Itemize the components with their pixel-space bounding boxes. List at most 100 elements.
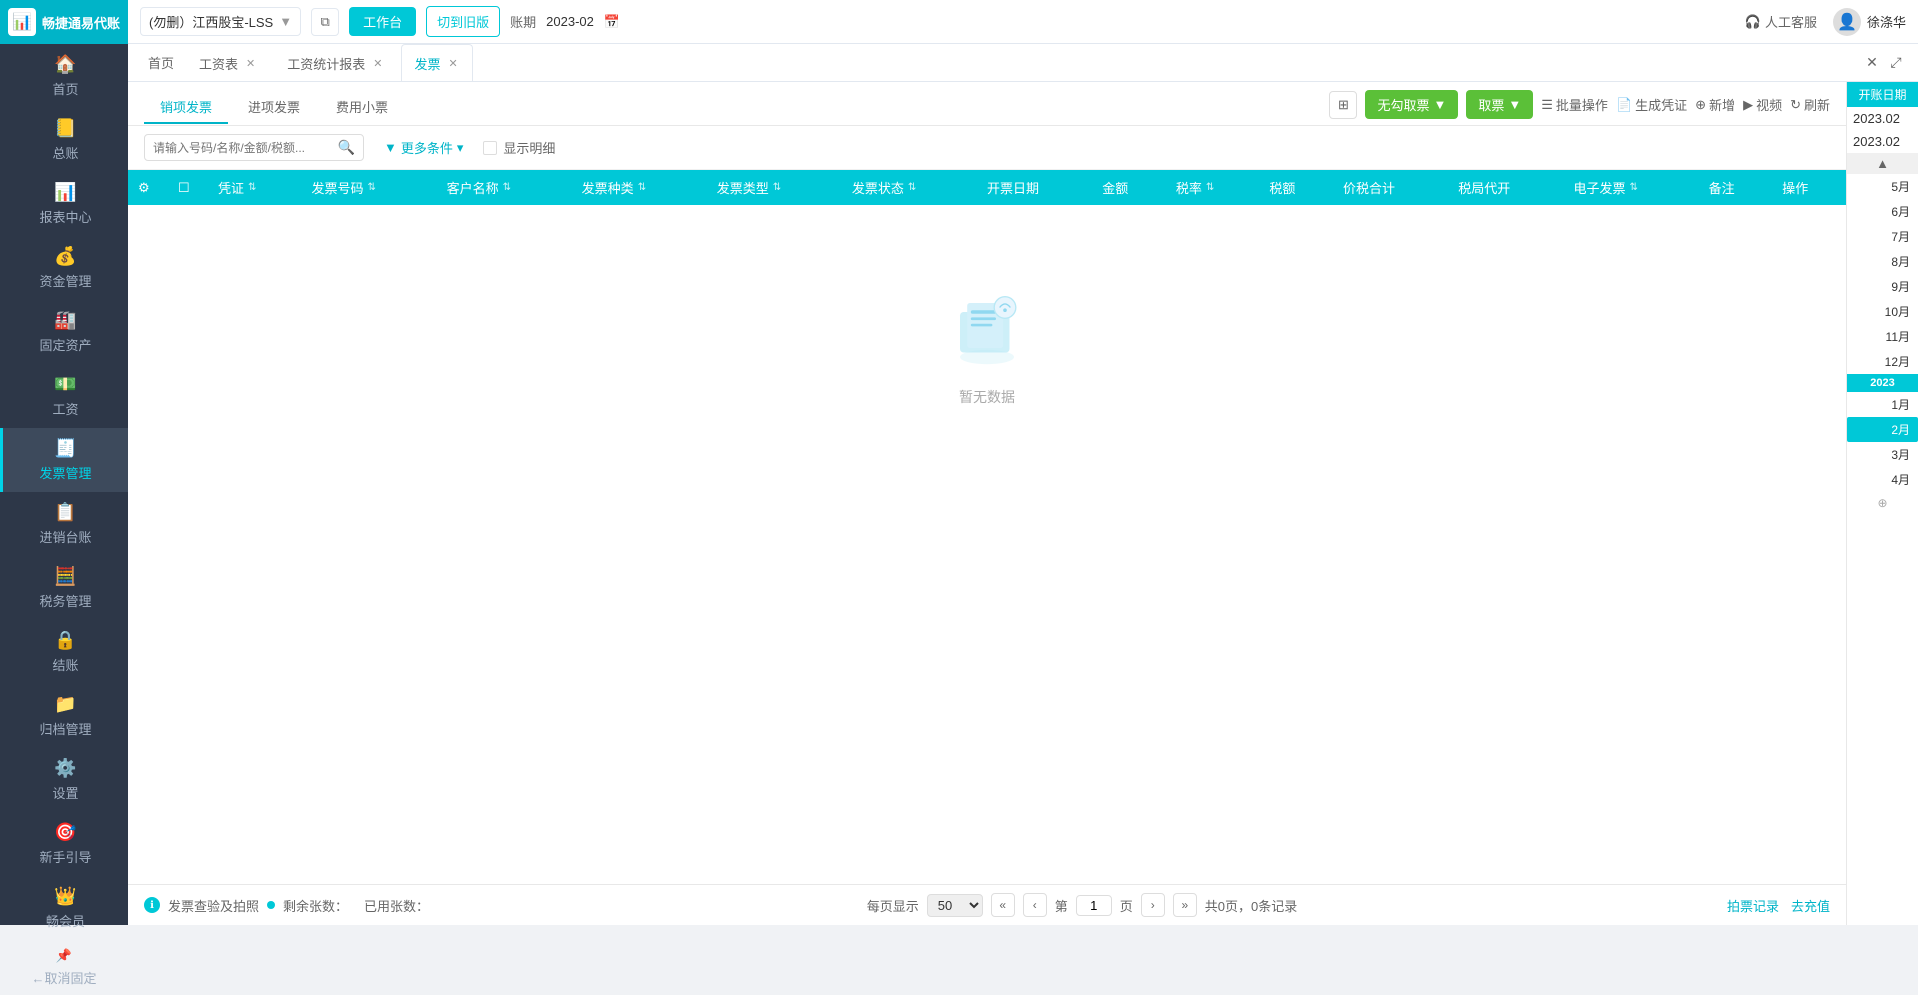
page-input[interactable] [1076,895,1112,916]
month-item-10[interactable]: 10月 [1847,299,1918,324]
company-selector[interactable]: (勿删）江西股宝-LSS ▼ [140,7,301,36]
sidebar-item-assets[interactable]: 🏭 固定资产 [0,300,128,364]
sidebar-item-invoice[interactable]: 🧾 发票管理 [0,428,128,492]
tab-payroll-stats[interactable]: 工资统计报表 ✕ [274,44,397,81]
open-period-button[interactable]: 开账日期 [1847,82,1918,107]
th-tax-code: 税局代开 [1448,170,1563,205]
workspace-button[interactable]: 工作台 [349,7,416,36]
month-item-2023-3[interactable]: 3月 [1847,442,1918,467]
dropdown-arrow-icon: ▼ [279,14,292,29]
sub-tab-expense-receipt[interactable]: 费用小票 [320,91,404,124]
old-version-button[interactable]: 切到旧版 [426,6,500,37]
th-invoice-no: 发票号码 ⇅ [301,170,436,205]
logo-text: 畅捷通易代账 [42,13,120,32]
sidebar-item-ledger[interactable]: 📒 总账 [0,108,128,172]
sort-icon: ⇅ [248,182,256,193]
recharge-link[interactable]: 去充值 [1791,896,1830,915]
minimize-button[interactable]: ✕ [1862,53,1882,73]
sales-icon: 📋 [54,502,76,523]
month-item-9[interactable]: 9月 [1847,274,1918,299]
page-suffix: 页 [1120,896,1133,915]
new-button[interactable]: ⊕ 新增 [1695,95,1735,114]
period-calendar-icon[interactable]: 📅 [604,14,620,30]
filter-bar: 🔍 ▼ 更多条件 ▾ 显示明细 [128,126,1846,170]
sidebar-item-label: 进销台账 [39,527,91,546]
month-item-12[interactable]: 12月 [1847,349,1918,374]
th-remark: 备注 [1699,170,1773,205]
next-page-button[interactable]: › [1141,893,1165,917]
tab-close-icon[interactable]: ✕ [244,56,257,71]
month-item-11[interactable]: 11月 [1847,324,1918,349]
first-page-button[interactable]: « [991,893,1015,917]
no-match-button[interactable]: 无勾取票 ▼ [1365,90,1458,119]
sidebar-item-label: 税务管理 [39,591,91,610]
sidebar-item-home[interactable]: 🏠 首页 [0,44,128,108]
prev-page-button[interactable]: ‹ [1023,893,1047,917]
period-value-1: 2023.02 [1853,111,1900,126]
tab-invoice[interactable]: 发票 ✕ [401,44,472,81]
month-item-2023-1[interactable]: 1月 [1847,392,1918,417]
sidebar-item-reports[interactable]: 📊 报表中心 [0,172,128,236]
close-accounts-icon: 🔒 [54,630,76,651]
pagination: 每页显示 50 100 200 « ‹ 第 页 › » 共0页，0条记录 [867,893,1298,917]
month-item-7[interactable]: 7月 [1847,224,1918,249]
photo-records-link[interactable]: 拍票记录 [1727,896,1779,915]
last-page-button[interactable]: » [1173,893,1197,917]
sidebar-item-member[interactable]: 👑 畅会员 [0,876,128,940]
app-logo: 📊 畅捷通易代账 [0,0,128,44]
sidebar-item-label: 总账 [52,143,78,162]
sidebar-item-archive[interactable]: 📁 归档管理 [0,684,128,748]
refresh-icon: ↻ [1790,97,1801,113]
tab-payroll-table[interactable]: 工资表 ✕ [186,44,270,81]
search-input[interactable] [153,141,332,155]
tab-home[interactable]: 首页 [140,47,182,78]
month-item-6[interactable]: 6月 [1847,199,1918,224]
period-row-2[interactable]: 2023.02 [1847,130,1918,153]
month-item-5[interactable]: 5月 [1847,174,1918,199]
sub-tab-sales-invoice[interactable]: 销项发票 [144,91,228,124]
month-list: ▲ 5月 6月 7月 8月 9月 10月 11月 12月 2023 1月 2月 … [1847,153,1918,925]
user-info[interactable]: 👤 徐涤华 [1833,8,1906,36]
batch-op-button[interactable]: ☰ 批量操作 [1541,95,1608,114]
sidebar-item-funds[interactable]: 💰 资金管理 [0,236,128,300]
tab-close-icon[interactable]: ✕ [371,56,384,71]
sidebar-item-label: 工资 [52,399,78,418]
unpin-button[interactable]: 📌 ←取消固定 [0,940,128,995]
month-item-scroll-down[interactable]: ⊕ [1847,492,1918,514]
sort-icon: ⇅ [1206,182,1214,193]
search-icon[interactable]: 🔍 [338,139,355,156]
refresh-button[interactable]: ↻ 刷新 [1790,95,1830,114]
user-name: 徐涤华 [1867,12,1906,31]
video-label: 视频 [1756,95,1782,114]
topbar: (勿删）江西股宝-LSS ▼ ⧉ 工作台 切到旧版 账期 2023-02 📅 🎧… [128,0,1918,44]
sidebar-item-label: 资金管理 [39,271,91,290]
period-row-1[interactable]: 2023.02 [1847,107,1918,130]
sidebar-item-tax[interactable]: 🧮 税务管理 [0,556,128,620]
sidebar-item-sales[interactable]: 📋 进销台账 [0,492,128,556]
more-filter-button[interactable]: ▼ 更多条件 ▾ [376,134,471,161]
sidebar-item-payroll[interactable]: 💵 工资 [0,364,128,428]
month-item-2023-4[interactable]: 4月 [1847,467,1918,492]
show-detail-checkbox[interactable]: 显示明细 [483,138,555,157]
tax-icon: 🧮 [54,566,76,587]
window-controls: ✕ ⤢ [1862,53,1906,73]
sub-tab-purchase-invoice[interactable]: 进项发票 [232,91,316,124]
tab-close-icon[interactable]: ✕ [447,56,460,71]
month-item-8[interactable]: 8月 [1847,249,1918,274]
sidebar-item-settings[interactable]: ⚙️ 设置 [0,748,128,812]
grid-view-button[interactable]: ⊞ [1329,91,1357,119]
maximize-button[interactable]: ⤢ [1886,53,1906,73]
video-button[interactable]: ▶ 视频 [1743,95,1782,114]
take-ticket-button[interactable]: 取票 ▼ [1466,90,1533,119]
generate-cert-button[interactable]: 📄 生成凭证 [1616,95,1687,114]
per-page-select[interactable]: 50 100 200 [927,894,983,917]
sidebar-item-guide[interactable]: 🎯 新手引导 [0,812,128,876]
month-item-2023-2[interactable]: 2月 [1847,417,1918,442]
invoice-panel: 销项发票 进项发票 费用小票 ⊞ 无勾取票 ▼ [128,82,1846,925]
sidebar-item-close[interactable]: 🔒 结账 [0,620,128,684]
th-voucher: 凭证 ⇅ [208,170,301,205]
customer-service-button[interactable]: 🎧 人工客服 [1745,12,1817,31]
th-tax-total: 价税合计 [1333,170,1448,205]
th-checkbox[interactable]: ☐ [168,170,208,205]
copy-button[interactable]: ⧉ [311,8,339,36]
